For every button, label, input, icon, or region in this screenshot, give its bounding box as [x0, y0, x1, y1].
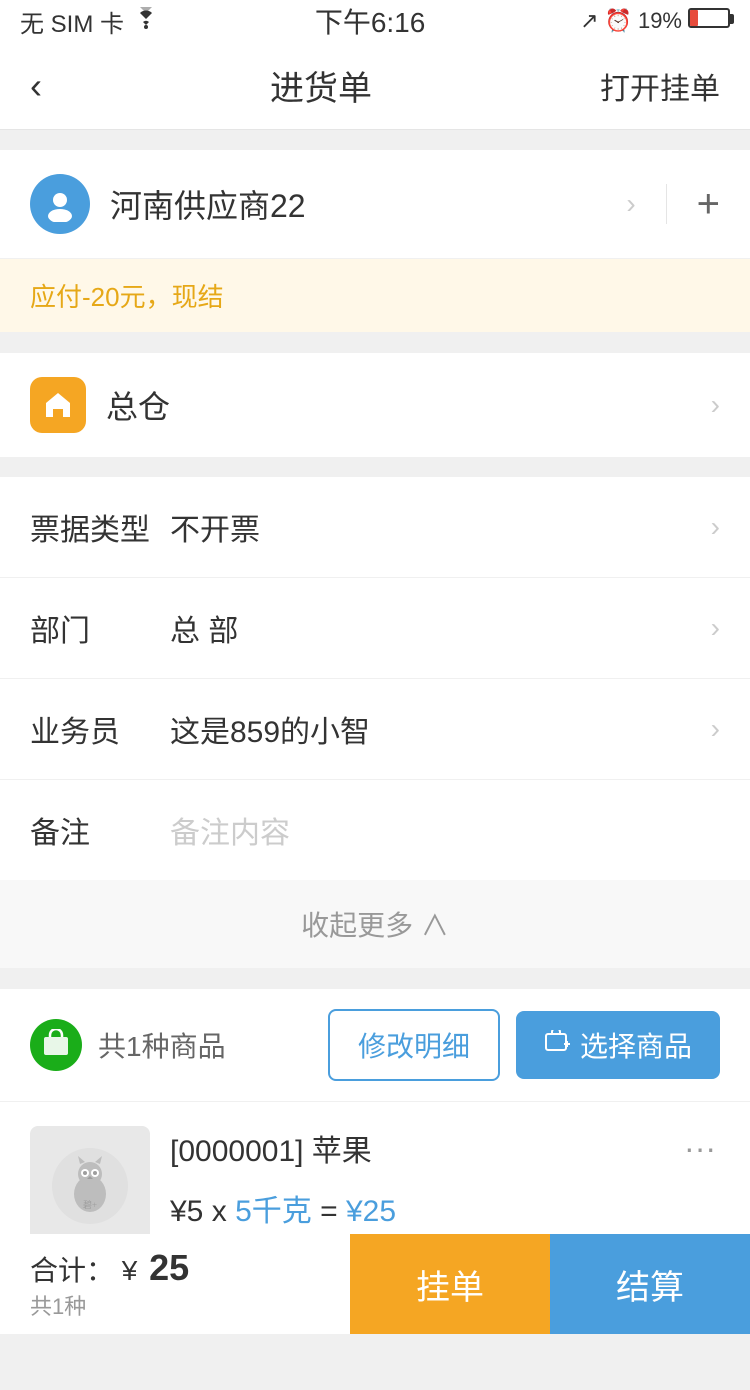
invoice-type-label: 票据类型: [30, 505, 170, 549]
remark-input[interactable]: 备注内容: [170, 808, 720, 852]
notice-bar: 应付-20元，现结: [0, 259, 750, 333]
product-header: 共1种商品 修改明细 选择商品: [0, 988, 750, 1101]
svg-text:碧+: 碧+: [83, 1199, 97, 1210]
warehouse-card: 总仓 ›: [0, 353, 750, 457]
carrier-text: 无 SIM 卡: [20, 4, 124, 39]
select-product-icon: [544, 1029, 572, 1061]
total-value: ¥25: [346, 1195, 396, 1228]
supplier-divider: [666, 184, 667, 224]
price-value: ¥5: [170, 1195, 203, 1228]
salesman-chevron-icon: ›: [711, 713, 720, 745]
product-menu-button[interactable]: ···: [680, 1126, 720, 1171]
supplier-card: 河南供应商22 › + 应付-20元，现结: [0, 150, 750, 333]
alarm-icon: ⏰: [605, 8, 632, 34]
section-gap-2: [0, 333, 750, 353]
salesman-row[interactable]: 业务员 这是859的小智 ›: [0, 679, 750, 780]
edit-detail-button[interactable]: 修改明细: [328, 1009, 500, 1081]
form-card: 票据类型 不开票 › 部门 总 部 › 业务员 这是859的小智 › 备注 备注…: [0, 477, 750, 880]
total-sub: 共1种: [30, 1289, 320, 1321]
quantity-value: 5千克: [235, 1195, 312, 1228]
product-info: [0000001] 苹果 ¥5 x 5千克 = ¥25: [170, 1126, 680, 1230]
product-name: [0000001] 苹果: [170, 1126, 680, 1170]
nav-bar: ‹ 进货单 打开挂单: [0, 42, 750, 130]
status-time: 下午6:16: [315, 1, 426, 41]
price-times: x: [212, 1195, 235, 1228]
total-unit: ¥: [122, 1255, 138, 1286]
select-product-button[interactable]: 选择商品: [516, 1011, 720, 1079]
department-row[interactable]: 部门 总 部 ›: [0, 578, 750, 679]
collapse-label: 收起更多 ∧: [301, 910, 449, 941]
remark-label: 备注: [30, 808, 170, 852]
invoice-type-chevron-icon: ›: [711, 511, 720, 543]
invoice-type-value: 不开票: [170, 505, 711, 549]
wifi-icon: [132, 7, 160, 36]
status-left: 无 SIM 卡: [20, 4, 160, 39]
salesman-label: 业务员: [30, 707, 170, 751]
section-gap-1: [0, 130, 750, 150]
invoice-type-row[interactable]: 票据类型 不开票 ›: [0, 477, 750, 578]
bottom-bar: 合计： ¥ 25 共1种 挂单 结算: [0, 1234, 750, 1334]
product-thumbnail: 碧+: [30, 1126, 150, 1246]
battery-percent: 19%: [638, 8, 682, 34]
price-equals: =: [320, 1195, 346, 1228]
section-gap-3: [0, 457, 750, 477]
remark-row[interactable]: 备注 备注内容: [0, 780, 750, 880]
section-gap-4: [0, 968, 750, 988]
total-row: 合计： ¥ 25: [30, 1247, 320, 1289]
product-count-label: 共1种商品: [98, 1025, 328, 1065]
warehouse-row[interactable]: 总仓 ›: [0, 353, 750, 457]
status-right: ↗ ⏰ 19%: [580, 8, 730, 34]
location-icon: ↗: [580, 8, 598, 34]
add-button[interactable]: +: [697, 182, 720, 227]
warehouse-icon: [30, 377, 86, 433]
supplier-row[interactable]: 河南供应商22 › +: [0, 150, 750, 259]
total-amount: 25: [149, 1247, 189, 1288]
product-price: ¥5 x 5千克 = ¥25: [170, 1186, 680, 1230]
salesman-value: 这是859的小智: [170, 707, 711, 751]
department-chevron-icon: ›: [711, 612, 720, 644]
battery-icon: [688, 8, 730, 34]
total-label: 合计：: [30, 1255, 114, 1286]
product-icon: [30, 1019, 82, 1071]
page-title: 进货单: [270, 61, 372, 110]
warehouse-chevron-icon: ›: [711, 389, 720, 421]
select-product-label: 选择商品: [580, 1025, 692, 1065]
total-section: 合计： ¥ 25 共1种: [0, 1234, 350, 1334]
department-label: 部门: [30, 606, 170, 650]
collapse-bar[interactable]: 收起更多 ∧: [0, 880, 750, 968]
supplier-avatar: [30, 174, 90, 234]
open-hang-button[interactable]: 打开挂单: [600, 64, 720, 108]
hang-button[interactable]: 挂单: [350, 1234, 550, 1334]
settle-button[interactable]: 结算: [550, 1234, 750, 1334]
back-button[interactable]: ‹: [30, 65, 42, 107]
status-bar: 无 SIM 卡 下午6:16 ↗ ⏰ 19%: [0, 0, 750, 42]
supplier-chevron-icon: ›: [626, 188, 635, 220]
supplier-name: 河南供应商22: [110, 181, 626, 227]
department-value: 总 部: [170, 606, 711, 650]
warehouse-name: 总仓: [106, 382, 711, 428]
